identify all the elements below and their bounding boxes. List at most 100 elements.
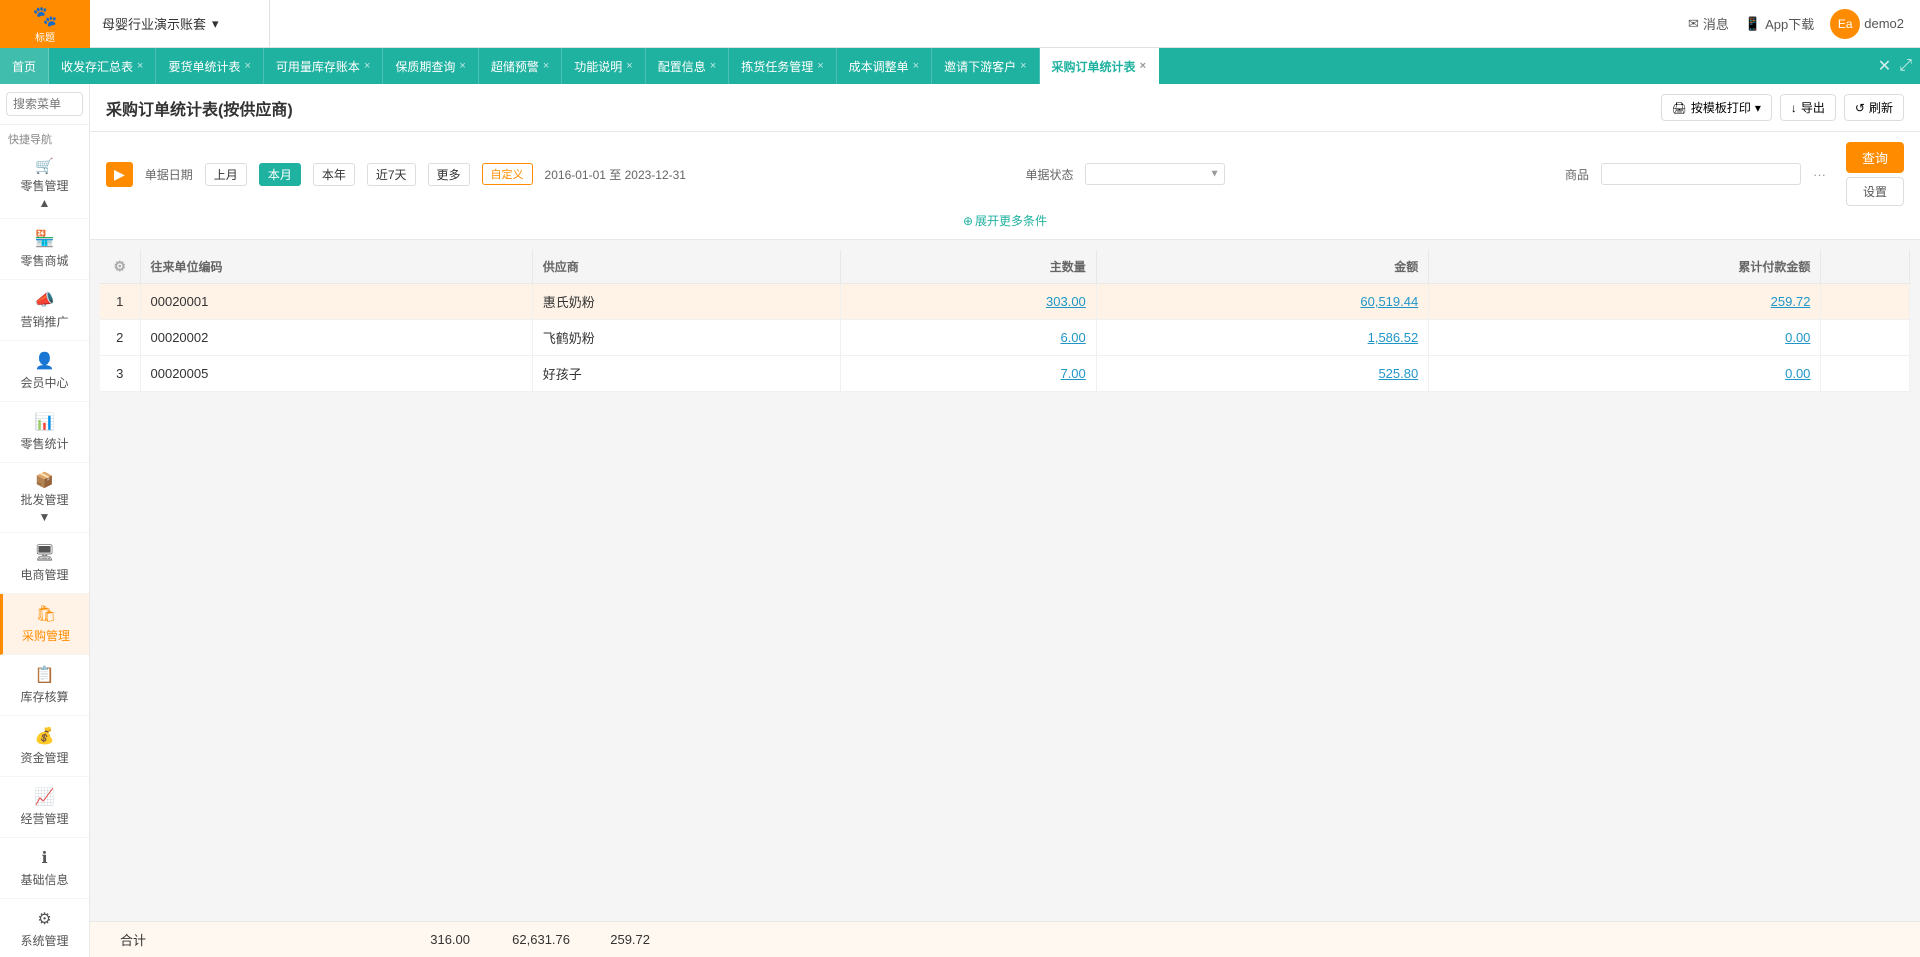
message-btn[interactable]: ✉ 消息 — [1688, 14, 1729, 33]
nav-expand-btn[interactable]: ⤢ — [1899, 57, 1912, 75]
goods-input[interactable] — [1601, 163, 1801, 185]
sidebar-item-member[interactable]: 👤 会员中心 — [0, 341, 89, 402]
tab-home[interactable]: 首页 — [0, 48, 49, 84]
retail-icon: 🛒 — [35, 157, 54, 175]
tab-home-label: 首页 — [12, 58, 36, 75]
filter-period-more[interactable]: 更多 — [428, 163, 470, 186]
basic-icon: ℹ — [41, 848, 47, 868]
sidebar-item-wholesale-label: 批发管理 — [20, 491, 68, 508]
filter-period-custom[interactable]: 自定义 — [482, 163, 533, 185]
print-button[interactable]: 🖨 按模板打印 ▾ — [1661, 94, 1772, 121]
table-row: 2 00020002 飞鹤奶粉 6.00 1,586.52 0.00 — [100, 320, 1910, 356]
tab-config-close[interactable]: × — [710, 60, 716, 72]
user-info[interactable]: Ea demo2 — [1830, 9, 1904, 39]
filter-expand-toggle[interactable]: ▶ — [106, 162, 133, 187]
row-3-amount[interactable]: 525.80 — [1096, 356, 1428, 392]
sidebar-item-retail-shop-label: 零售商城 — [20, 252, 68, 269]
row-2-amount[interactable]: 1,586.52 — [1096, 320, 1428, 356]
filter-date-range: 2016-01-01 至 2023-12-31 — [545, 166, 686, 183]
col-settings-icon[interactable]: ⚙ — [113, 258, 126, 274]
filter-period-7days[interactable]: 近7天 — [367, 163, 416, 186]
sidebar-item-basic[interactable]: ℹ 基础信息 — [0, 838, 89, 899]
tab-inout[interactable]: 收发存汇总表 × — [49, 48, 156, 84]
sidebar-item-retail-shop[interactable]: 🏪 零售商城 — [0, 219, 89, 280]
nav-close-btn[interactable]: ✕ — [1878, 56, 1891, 76]
sidebar-item-operations[interactable]: 📈 经营管理 — [0, 777, 89, 838]
tab-purchase-stat-close[interactable]: × — [1140, 60, 1146, 72]
wholesale-icon: 📦 — [35, 471, 54, 489]
workspace-selector[interactable]: 母婴行业演示账套 ▾ — [90, 0, 270, 47]
sidebar-item-marketing[interactable]: 📣 营销推广 — [0, 280, 89, 341]
sidebar-item-retail-stat[interactable]: 📊 零售统计 — [0, 402, 89, 463]
filter-period-this-month[interactable]: 本月 — [259, 163, 301, 186]
footer-qty: 316.00 — [390, 932, 470, 947]
row-1-qty[interactable]: 303.00 — [840, 284, 1096, 320]
operations-icon: 📈 — [35, 787, 55, 807]
sidebar-item-retail[interactable]: 🛒 零售管理 ▲ — [0, 149, 89, 219]
expand-more-btn[interactable]: ⊕ 展开更多条件 — [963, 212, 1047, 229]
row-2-paid[interactable]: 0.00 — [1429, 320, 1821, 356]
status-select[interactable] — [1085, 163, 1225, 185]
tab-task[interactable]: 拣货任务管理 × — [729, 48, 836, 84]
status-label: 单据状态 — [1025, 166, 1073, 183]
tab-overstock[interactable]: 超储预警 × — [479, 48, 562, 84]
tab-overstock-close[interactable]: × — [543, 60, 549, 72]
tab-inventory[interactable]: 可用量库存账本 × — [264, 48, 383, 84]
search-input[interactable] — [6, 92, 83, 116]
row-1-paid[interactable]: 259.72 — [1429, 284, 1821, 320]
query-button[interactable]: 查询 — [1846, 142, 1904, 173]
avatar: Ea — [1830, 9, 1860, 39]
tab-invite-close[interactable]: × — [1020, 60, 1026, 72]
tab-function-close[interactable]: × — [626, 60, 632, 72]
sidebar-item-system[interactable]: ⚙ 系统管理 — [0, 899, 89, 957]
filter-period-last-month[interactable]: 上月 — [205, 163, 247, 186]
sidebar-item-system-label: 系统管理 — [20, 932, 68, 949]
settings-button[interactable]: 设置 — [1846, 177, 1904, 206]
sidebar-item-operations-label: 经营管理 — [20, 810, 68, 827]
footer-amount: 62,631.76 — [470, 932, 570, 947]
filter-period-this-year[interactable]: 本年 — [313, 163, 355, 186]
sidebar-item-wholesale[interactable]: 📦 批发管理 ▼ — [0, 463, 89, 533]
row-1-amount[interactable]: 60,519.44 — [1096, 284, 1428, 320]
tab-function[interactable]: 功能说明 × — [562, 48, 645, 84]
goods-label: 商品 — [1565, 166, 1589, 183]
row-3-qty[interactable]: 7.00 — [840, 356, 1096, 392]
filter-ellipsis[interactable]: ··· — [1813, 167, 1826, 182]
nav-tabs: 首页 收发存汇总表 × 要货单统计表 × 可用量库存账本 × 保质期查询 × 超… — [0, 48, 1920, 84]
sidebar-item-purchase[interactable]: 🛍 采购管理 — [0, 594, 89, 655]
expand-more-label: 展开更多条件 — [975, 212, 1047, 229]
tab-inout-close[interactable]: × — [137, 60, 143, 72]
refresh-button[interactable]: ↺ 刷新 — [1844, 94, 1904, 121]
sidebar-item-inventory-mgr[interactable]: 📋 库存核算 — [0, 655, 89, 716]
sidebar-item-purchase-label: 采购管理 — [22, 627, 70, 644]
row-2-qty[interactable]: 6.00 — [840, 320, 1096, 356]
tab-cost-close[interactable]: × — [913, 60, 919, 72]
tab-config[interactable]: 配置信息 × — [646, 48, 729, 84]
tab-requisition-close[interactable]: × — [244, 60, 250, 72]
sidebar-item-finance[interactable]: 💰 资金管理 — [0, 716, 89, 777]
sidebar-item-inventory-mgr-label: 库存核算 — [20, 688, 68, 705]
app-label: App下载 — [1765, 14, 1814, 33]
export-button[interactable]: ↓ 导出 — [1780, 94, 1836, 121]
tab-period-close[interactable]: × — [459, 60, 465, 72]
data-table: ⚙ 往来单位编码 供应商 主数量 金额 累计付款金额 1 00020001 — [100, 250, 1910, 392]
row-2-no: 2 — [100, 320, 140, 356]
workspace-label: 母婴行业演示账套 — [102, 14, 206, 33]
nav-tab-controls: ✕ ⤢ — [1878, 56, 1920, 76]
app-download-btn[interactable]: 📱 App下载 — [1745, 14, 1814, 33]
tab-period[interactable]: 保质期查询 × — [383, 48, 478, 84]
tab-overstock-label: 超储预警 — [491, 58, 539, 75]
sidebar-item-ecommerce[interactable]: 🖥 电商管理 — [0, 533, 89, 594]
row-3-extra — [1821, 356, 1910, 392]
col-amount-header: 金额 — [1096, 250, 1428, 284]
row-3-paid[interactable]: 0.00 — [1429, 356, 1821, 392]
tab-requisition[interactable]: 要货单统计表 × — [156, 48, 263, 84]
tab-invite[interactable]: 邀请下游客户 × — [932, 48, 1039, 84]
tab-cost[interactable]: 成本调整单 × — [837, 48, 932, 84]
tab-purchase-stat[interactable]: 采购订单统计表 × — [1040, 48, 1159, 84]
logo: 🐾 标题 — [0, 0, 90, 48]
row-3-no: 3 — [100, 356, 140, 392]
tab-task-close[interactable]: × — [817, 60, 823, 72]
print-label: 按模板打印 — [1691, 99, 1751, 116]
tab-inventory-close[interactable]: × — [364, 60, 370, 72]
